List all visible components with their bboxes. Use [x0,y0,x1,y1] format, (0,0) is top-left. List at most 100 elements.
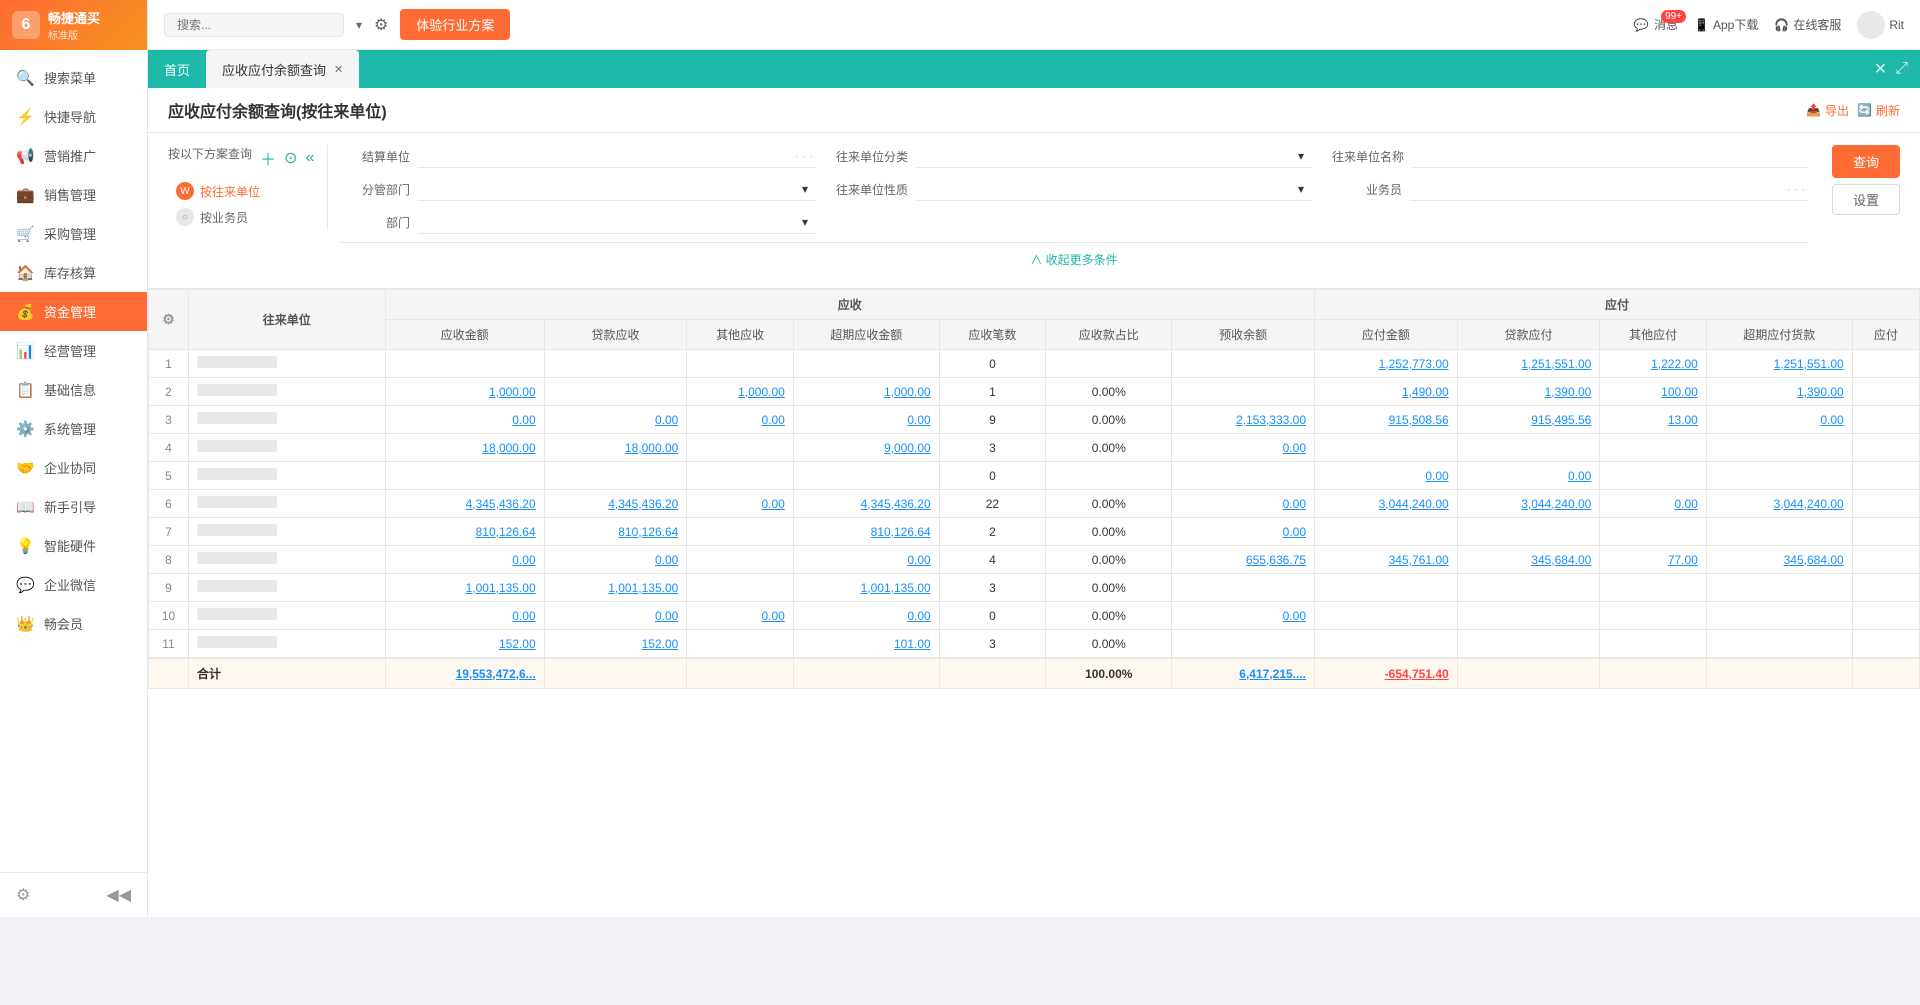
cell-val[interactable]: 0.00 [1315,462,1458,490]
lwdwxz-select[interactable]: ▾ [916,178,1312,201]
cell-val[interactable]: 0.00 [385,546,544,574]
cell-val[interactable]: 1,000.00 [793,378,939,406]
online-service-btn[interactable]: 🎧 在线客服 [1774,16,1841,33]
cell-val[interactable]: 9,000.00 [793,434,939,462]
collapse-icon[interactable]: ◀◀ [106,885,131,905]
bm-select[interactable]: ▾ [418,211,816,234]
sidebar-item-1[interactable]: ⚡快捷导航 [0,97,147,136]
footer-yfje[interactable]: -654,751.40 [1315,658,1458,689]
cell-val[interactable]: 1,000.00 [687,378,794,406]
cell-val[interactable]: 0.00 [1172,602,1315,630]
cell-val[interactable]: 1,251,551.00 [1706,350,1852,378]
trial-button[interactable]: 体验行业方案 [400,9,510,40]
cell-val[interactable]: 3,044,240.00 [1315,490,1458,518]
search-input[interactable] [164,13,344,37]
cell-val[interactable]: 4,345,436.20 [793,490,939,518]
cell-val[interactable]: 100.00 [1600,378,1707,406]
cell-val[interactable]: 345,684.00 [1457,546,1600,574]
sidebar-item-7[interactable]: 📊经营管理 [0,331,147,370]
sidebar-item-6[interactable]: 💰资金管理 [0,292,147,331]
cell-val[interactable]: 3,044,240.00 [1457,490,1600,518]
sidebar-item-2[interactable]: 📢营销推广 [0,136,147,175]
footer-ysye[interactable]: 6,417,215.... [1172,658,1315,689]
cell-val[interactable]: 4,345,436.20 [544,490,687,518]
footer-ysjje[interactable]: 19,553,472,6... [385,658,544,689]
cell-val[interactable]: 1,001,135.00 [793,574,939,602]
settings-button[interactable]: 设置 [1832,184,1900,215]
cell-val[interactable]: 1,001,135.00 [385,574,544,602]
cell-val[interactable]: 345,761.00 [1315,546,1458,574]
cell-val[interactable]: 1,390.00 [1706,378,1852,406]
cell-val[interactable]: 3,044,240.00 [1706,490,1852,518]
sidebar-item-9[interactable]: ⚙️系统管理 [0,409,147,448]
sidebar-item-8[interactable]: 📋基础信息 [0,370,147,409]
cell-val[interactable]: 810,126.64 [793,518,939,546]
sidebar-item-10[interactable]: 🤝企业协同 [0,448,147,487]
cell-val[interactable]: 0.00 [544,406,687,434]
cell-val[interactable]: 0.00 [1172,434,1315,462]
cell-val[interactable]: 915,495.56 [1457,406,1600,434]
cell-val[interactable]: 655,636.75 [1172,546,1315,574]
messages-btn[interactable]: 💬 99+ 消息 [1634,16,1678,33]
cell-val[interactable]: 0.00 [1172,518,1315,546]
schema-edit-btn[interactable]: ⊙ [284,148,297,168]
cell-val[interactable]: 1,252,773.00 [1315,350,1458,378]
cell-val[interactable]: 0.00 [544,602,687,630]
cell-val[interactable]: 345,684.00 [1706,546,1852,574]
cell-val[interactable]: 152.00 [385,630,544,659]
cell-val[interactable]: 0.00 [687,406,794,434]
cell-val[interactable]: 0.00 [1457,462,1600,490]
table-container[interactable]: ⚙ 往来单位 应收 应付 应收金额 贷款应收 其他应收 超期应收金额 应收笔数 … [148,289,1920,917]
sidebar-item-3[interactable]: 💼销售管理 [0,175,147,214]
app-download-btn[interactable]: 📱 App下载 [1694,16,1758,33]
tab-home[interactable]: 首页 [148,50,206,88]
cell-val[interactable]: 0.00 [793,602,939,630]
cell-val[interactable]: 0.00 [1172,490,1315,518]
cell-val[interactable]: 77.00 [1600,546,1707,574]
cell-val[interactable]: 1,390.00 [1457,378,1600,406]
schema-collapse-btn[interactable]: « [305,149,314,167]
sidebar-item-4[interactable]: 🛒采购管理 [0,214,147,253]
ywy-input[interactable]: ··· [1410,178,1808,201]
cell-val[interactable]: 0.00 [793,406,939,434]
sidebar-item-5[interactable]: 🏠库存核算 [0,253,147,292]
cell-val[interactable]: 1,251,551.00 [1457,350,1600,378]
cell-val[interactable]: 1,222.00 [1600,350,1707,378]
schema-item-salesperson[interactable]: ○ 按业务员 [168,204,315,230]
lwdwmc-input[interactable] [1412,145,1808,168]
user-menu[interactable]: Rit [1857,11,1904,39]
refresh-button[interactable]: 🔄 刷新 [1857,102,1900,119]
sidebar-item-12[interactable]: 💡智能硬件 [0,526,147,565]
column-settings-icon[interactable]: ⚙ [162,311,175,327]
cell-val[interactable]: 152.00 [544,630,687,659]
query-button[interactable]: 查询 [1832,145,1900,178]
schema-item-customer[interactable]: W 按往来单位 [168,178,315,204]
tab-close-btn[interactable]: ✕ [1874,59,1887,79]
header-dropdown-icon[interactable]: ▾ [356,18,362,32]
tab-expand-btn[interactable]: ⤢ [1895,60,1908,78]
sidebar-item-0[interactable]: 🔍搜索菜单 [0,58,147,97]
sidebar-item-13[interactable]: 💬企业微信 [0,565,147,604]
cell-val[interactable]: 0.00 [544,546,687,574]
cell-val[interactable]: 0.00 [687,602,794,630]
cell-val[interactable]: 18,000.00 [544,434,687,462]
collapse-more-btn[interactable]: ∧ 收起更多条件 [340,242,1808,276]
th-settings[interactable]: ⚙ [149,290,189,350]
tab-close-icon[interactable]: ✕ [334,63,343,76]
sidebar-item-14[interactable]: 👑畅会员 [0,604,147,643]
cell-val[interactable]: 0.00 [687,490,794,518]
cell-val[interactable]: 2,153,333.00 [1172,406,1315,434]
cell-val[interactable]: 18,000.00 [385,434,544,462]
header-gear-icon[interactable]: ⚙ [374,15,388,35]
cell-val[interactable]: 13.00 [1600,406,1707,434]
schema-add-btn[interactable]: ＋ [260,146,276,170]
cell-val[interactable]: 0.00 [385,602,544,630]
tab-arbalance[interactable]: 应收应付余额查询 ✕ [206,50,359,88]
settings-icon[interactable]: ⚙ [16,885,30,905]
cell-val[interactable]: 0.00 [1600,490,1707,518]
cell-val[interactable]: 0.00 [385,406,544,434]
sidebar-item-11[interactable]: 📖新手引导 [0,487,147,526]
lwdwfl-select[interactable]: ▾ [916,145,1312,168]
fgbm-select[interactable]: ▾ [418,178,816,201]
cell-val[interactable]: 1,490.00 [1315,378,1458,406]
